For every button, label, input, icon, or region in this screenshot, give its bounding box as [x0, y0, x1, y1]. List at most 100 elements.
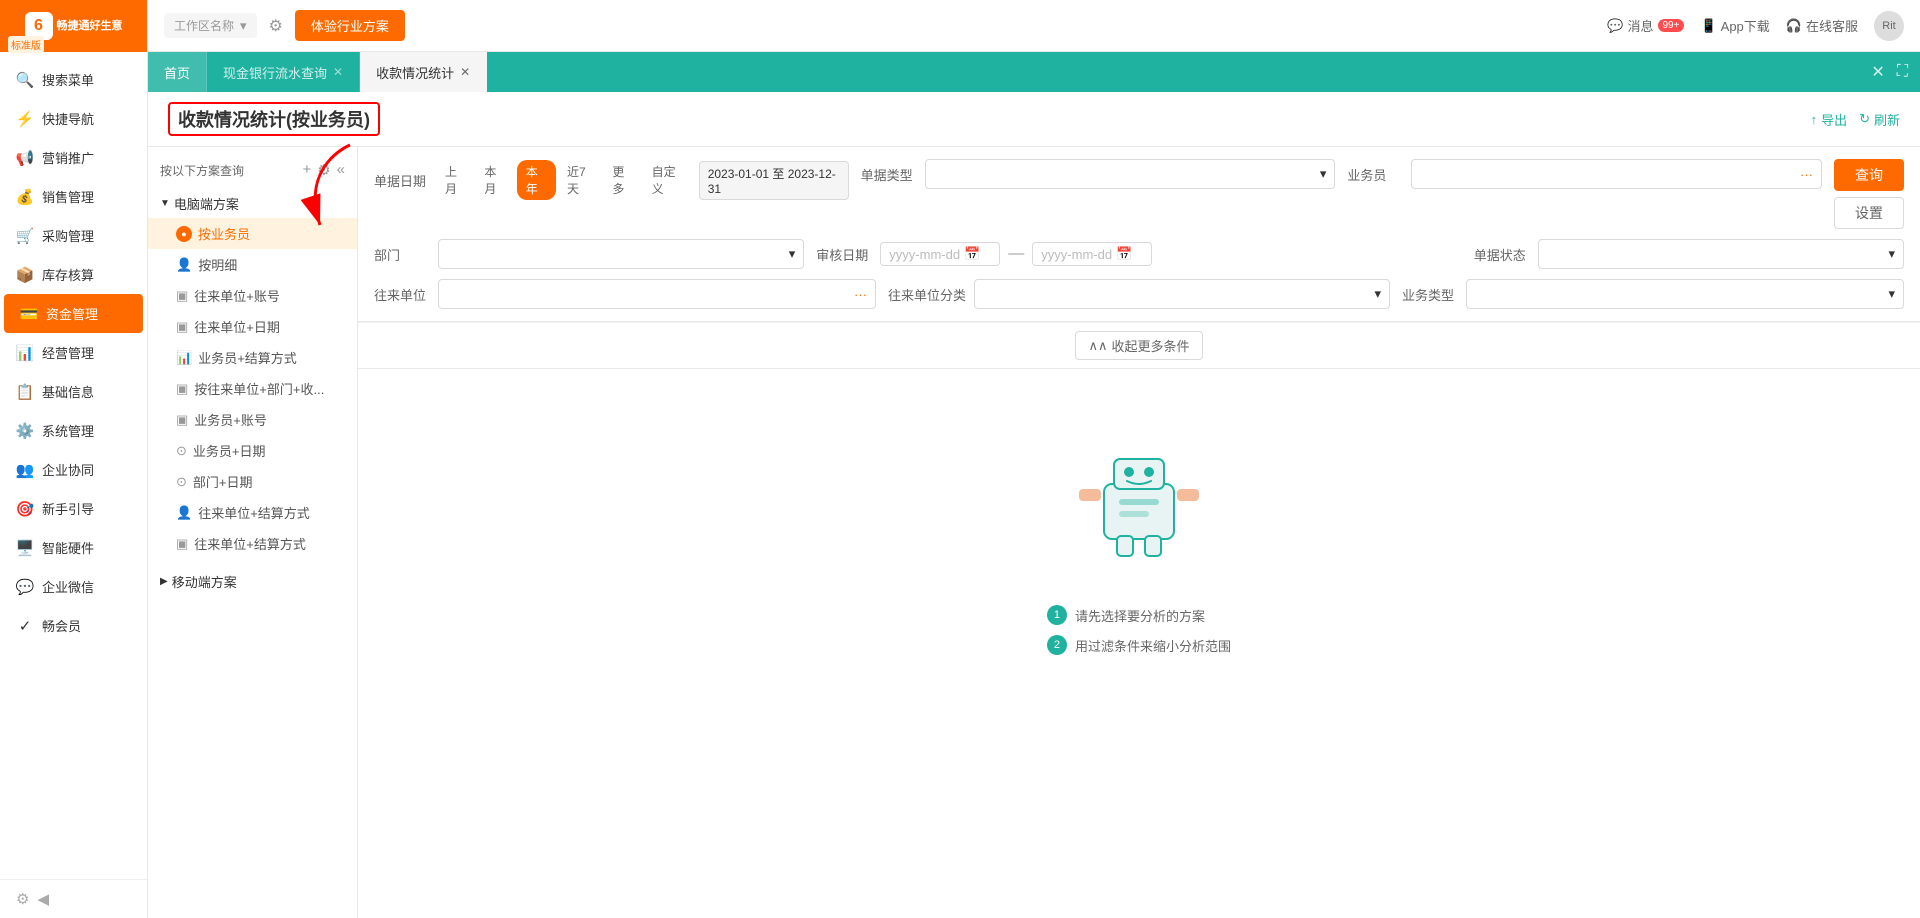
- settings-button[interactable]: 设置: [1834, 197, 1904, 229]
- export-label: 导出: [1821, 110, 1847, 129]
- messages-button[interactable]: 💬 消息 99+: [1607, 16, 1684, 35]
- online-service-button[interactable]: 🎧 在线客服: [1786, 16, 1858, 35]
- tab-bank-flow-close[interactable]: ✕: [333, 65, 343, 79]
- main-area: 工作区名称 ▾ ⚙ 体验行业方案 💬 消息 99+ 📱 App下载 🎧 在线客服: [148, 0, 1920, 918]
- quick-nav-icon: ⚡: [16, 110, 34, 128]
- date-btn-7days[interactable]: 近7天: [560, 159, 601, 201]
- page-actions: ↑ 导出 ↻ 刷新: [1811, 110, 1900, 129]
- app-download-button[interactable]: 📱 App下载: [1700, 16, 1769, 35]
- scheme-item-box2-icon: ▣: [176, 319, 188, 335]
- partner-select[interactable]: ···: [438, 279, 876, 309]
- sidebar-item-sales[interactable]: 💰 销售管理: [0, 177, 147, 216]
- sidebar-item-hardware[interactable]: 🖥️ 智能硬件: [0, 528, 147, 567]
- sidebar-item-marketing[interactable]: 📢 营销推广: [0, 138, 147, 177]
- message-label: 消息: [1627, 16, 1653, 35]
- workspace-selector[interactable]: 工作区名称 ▾: [164, 13, 257, 38]
- scheme-item-people-icon: 👤: [176, 257, 192, 273]
- step2-text: 用过滤条件来缩小分析范围: [1075, 636, 1231, 655]
- partner-type-select[interactable]: ▾: [974, 279, 1390, 309]
- collapse-bar[interactable]: ∧∧ 收起更多条件: [358, 322, 1920, 369]
- salesperson-select[interactable]: ···: [1411, 159, 1822, 189]
- export-button[interactable]: ↑ 导出: [1811, 110, 1848, 129]
- scheme-item-partner-settle2[interactable]: ▣ 往来单位+结算方式: [148, 528, 357, 559]
- purchase-icon: 🛒: [16, 227, 34, 245]
- biz-type-arrow-icon: ▾: [1888, 286, 1895, 302]
- sidebar-item-purchase[interactable]: 🛒 采购管理: [0, 216, 147, 255]
- sidebar-item-label: 资金管理: [46, 304, 98, 323]
- date-btn-more[interactable]: 更多: [605, 159, 640, 201]
- sidebar-item-member[interactable]: ✓ 畅会员: [0, 606, 147, 645]
- tab-receipt-stats-label: 收款情况统计: [376, 63, 454, 82]
- refresh-button[interactable]: ↻ 刷新: [1859, 110, 1900, 129]
- sidebar-item-wechat[interactable]: 💬 企业微信: [0, 567, 147, 606]
- sidebar-collapse-icon[interactable]: ◀: [37, 890, 49, 908]
- scheme-item-partner-account[interactable]: ▣ 往来单位+账号: [148, 280, 357, 311]
- sidebar-item-operations[interactable]: 📊 经营管理: [0, 333, 147, 372]
- sidebar-item-finance[interactable]: 💳 资金管理: [4, 294, 143, 333]
- sidebar-item-quick-nav[interactable]: ⚡ 快捷导航: [0, 99, 147, 138]
- sidebar-item-inventory[interactable]: 📦 库存核算: [0, 255, 147, 294]
- date-btn-custom[interactable]: 自定义: [645, 159, 691, 201]
- biz-type-select[interactable]: ▾: [1466, 279, 1904, 309]
- sidebar-item-label: 销售管理: [42, 187, 94, 206]
- maximize-window-icon[interactable]: ⛶: [1893, 61, 1912, 83]
- enterprise-icon: 👥: [16, 461, 34, 479]
- doc-status-select[interactable]: ▾: [1538, 239, 1904, 269]
- sidebar-item-enterprise[interactable]: 👥 企业协同: [0, 450, 147, 489]
- robot-svg: [1059, 429, 1219, 569]
- review-date-end[interactable]: yyyy-mm-dd 📅: [1032, 242, 1152, 266]
- date-label: 单据日期: [374, 171, 430, 190]
- filter-row3: 往来单位 ··· 往来单位分类 ▾: [374, 279, 1904, 309]
- sidebar-item-search-menu[interactable]: 🔍 搜索菜单: [0, 60, 147, 99]
- review-date-start[interactable]: yyyy-mm-dd 📅: [880, 242, 1000, 266]
- scheme-collapse-button[interactable]: «: [337, 161, 345, 179]
- close-window-icon[interactable]: ✕: [1867, 60, 1888, 84]
- scheme-item-label: 按明细: [198, 255, 237, 274]
- scheme-settings-button[interactable]: ⚙: [317, 161, 330, 179]
- sidebar-item-label: 搜索菜单: [42, 70, 94, 89]
- sidebar-item-guide[interactable]: 🎯 新手引导: [0, 489, 147, 528]
- page-content: 收款情况统计(按业务员) ↑ 导出 ↻ 刷新 按以下: [148, 92, 1920, 918]
- scheme-item-by-detail[interactable]: 👤 按明细: [148, 249, 357, 280]
- sidebar-item-system[interactable]: ⚙️ 系统管理: [0, 411, 147, 450]
- scheme-item-partner-date[interactable]: ▣ 往来单位+日期: [148, 311, 357, 342]
- date-btn-this-year[interactable]: 本年: [517, 160, 556, 200]
- dept-select[interactable]: ▾: [438, 239, 804, 269]
- topbar-gear-icon[interactable]: ⚙: [269, 16, 283, 36]
- user-avatar[interactable]: Rit: [1874, 11, 1904, 41]
- date-btn-last-month[interactable]: 上月: [438, 159, 473, 201]
- export-icon: ↑: [1811, 112, 1818, 127]
- scheme-group-mobile-arrow-icon: ▶: [160, 576, 168, 587]
- tab-receipt-stats-close[interactable]: ✕: [460, 65, 470, 79]
- scheme-item-dot-circle-icon: ⊙: [176, 443, 187, 459]
- scheme-item-box3-icon: ▣: [176, 381, 188, 397]
- scheme-item-partner-dept[interactable]: ▣ 按往来单位+部门+收...: [148, 373, 357, 404]
- scheme-item-salesperson-settle[interactable]: 📊 业务员+结算方式: [148, 342, 357, 373]
- collapse-button[interactable]: ∧∧ 收起更多条件: [1075, 331, 1202, 360]
- scheme-item-salesperson-account[interactable]: ▣ 业务员+账号: [148, 404, 357, 435]
- scheme-group-mobile-title[interactable]: ▶ 移动端方案: [148, 567, 357, 596]
- doc-type-select[interactable]: ▾: [925, 159, 1336, 189]
- scheme-group-pc-title[interactable]: ▼ 电脑端方案: [148, 189, 357, 218]
- date-btn-this-month[interactable]: 本月: [477, 159, 512, 201]
- empty-illustration: [1059, 429, 1219, 569]
- scheme-item-by-salesperson[interactable]: ● 按业务员: [148, 218, 357, 249]
- scheme-item-partner-settle1[interactable]: 👤 往来单位+结算方式: [148, 497, 357, 528]
- tab-home[interactable]: 首页: [148, 52, 207, 92]
- review-date-start-placeholder: yyyy-mm-dd: [889, 247, 960, 262]
- scheme-item-salesperson-date[interactable]: ⊙ 业务员+日期: [148, 435, 357, 466]
- promotion-button[interactable]: 体验行业方案: [295, 10, 405, 41]
- topbar: 工作区名称 ▾ ⚙ 体验行业方案 💬 消息 99+ 📱 App下载 🎧 在线客服: [148, 0, 1920, 52]
- sidebar-item-basic-info[interactable]: 📋 基础信息: [0, 372, 147, 411]
- biz-type-filter: 业务类型 ▾: [1402, 279, 1904, 309]
- query-button[interactable]: 查询: [1834, 159, 1904, 191]
- scheme-item-dept-date[interactable]: ⊙ 部门+日期: [148, 466, 357, 497]
- scheme-group-mobile: ▶ 移动端方案: [148, 563, 357, 600]
- scheme-item-active-icon: ●: [176, 226, 192, 242]
- tab-bank-flow[interactable]: 现金银行流水查询 ✕: [207, 52, 360, 92]
- scheme-item-label: 部门+日期: [193, 472, 253, 491]
- tab-receipt-stats[interactable]: 收款情况统计 ✕: [360, 52, 487, 92]
- scheme-add-button[interactable]: +: [302, 161, 311, 179]
- sidebar-settings-icon[interactable]: ⚙: [16, 890, 29, 908]
- scheme-item-label: 往来单位+日期: [194, 317, 280, 336]
